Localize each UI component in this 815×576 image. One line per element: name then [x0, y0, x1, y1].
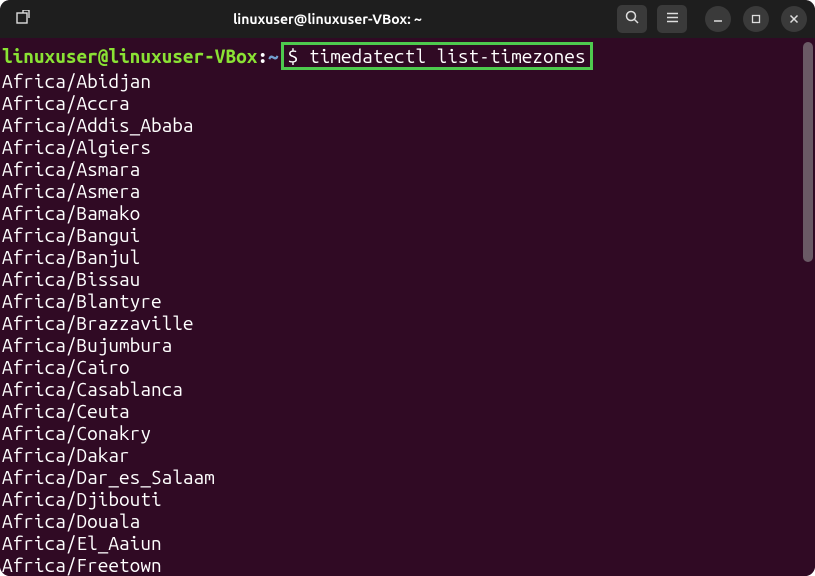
output-line: Africa/Bujumbura	[2, 334, 813, 356]
close-icon	[789, 12, 799, 27]
scrollbar-thumb[interactable]	[803, 42, 813, 262]
minimize-icon	[713, 12, 723, 27]
output-line: Africa/Djibouti	[2, 488, 813, 510]
output-line: Africa/Asmara	[2, 158, 813, 180]
terminal-content: linuxuser@linuxuser-VBox:~$ timedatectl …	[2, 42, 813, 576]
output-line: Africa/Douala	[2, 510, 813, 532]
search-icon	[625, 10, 640, 28]
output-line: Africa/Blantyre	[2, 290, 813, 312]
prompt-path: ~	[268, 45, 279, 67]
output-line: Africa/Bangui	[2, 224, 813, 246]
maximize-icon	[751, 12, 761, 27]
output-container: Africa/AbidjanAfrica/AccraAfrica/Addis_A…	[2, 70, 813, 576]
maximize-button[interactable]	[743, 6, 769, 32]
output-line: Africa/Freetown	[2, 554, 813, 576]
prompt-colon: :	[257, 45, 268, 67]
terminal-body[interactable]: linuxuser@linuxuser-VBox:~$ timedatectl …	[0, 38, 815, 576]
output-line: Africa/Conakry	[2, 422, 813, 444]
window-controls	[705, 6, 807, 32]
output-line: Africa/Bamako	[2, 202, 813, 224]
search-button[interactable]	[617, 5, 647, 33]
new-tab-icon	[15, 10, 31, 29]
prompt-dollar: $	[288, 45, 299, 67]
prompt-user-host: linuxuser@linuxuser-VBox	[2, 45, 257, 67]
close-button[interactable]	[781, 6, 807, 32]
output-line: Africa/Algiers	[2, 136, 813, 158]
output-line: Africa/Casablanca	[2, 378, 813, 400]
output-line: Africa/Dar_es_Salaam	[2, 466, 813, 488]
titlebar-right	[617, 5, 807, 33]
prompt-line: linuxuser@linuxuser-VBox:~$ timedatectl …	[2, 42, 813, 70]
output-line: Africa/Addis_Ababa	[2, 114, 813, 136]
minimize-button[interactable]	[705, 6, 731, 32]
output-line: Africa/Dakar	[2, 444, 813, 466]
output-line: Africa/Cairo	[2, 356, 813, 378]
output-line: Africa/Banjul	[2, 246, 813, 268]
output-line: Africa/El_Aaiun	[2, 532, 813, 554]
menu-button[interactable]	[657, 5, 687, 33]
terminal-window: linuxuser@linuxuser-VBox: ~	[0, 0, 815, 576]
command-highlight-box: $ timedatectl list-timezones	[281, 42, 593, 70]
command-text: timedatectl list-timezones	[309, 45, 586, 67]
output-line: Africa/Bissau	[2, 268, 813, 290]
titlebar: linuxuser@linuxuser-VBox: ~	[0, 0, 815, 38]
output-line: Africa/Ceuta	[2, 400, 813, 422]
titlebar-left	[8, 5, 38, 33]
hamburger-icon	[665, 10, 680, 28]
window-title: linuxuser@linuxuser-VBox: ~	[46, 11, 609, 27]
output-line: Africa/Abidjan	[2, 70, 813, 92]
new-tab-button[interactable]	[8, 5, 38, 33]
output-line: Africa/Accra	[2, 92, 813, 114]
output-line: Africa/Asmera	[2, 180, 813, 202]
output-line: Africa/Brazzaville	[2, 312, 813, 334]
